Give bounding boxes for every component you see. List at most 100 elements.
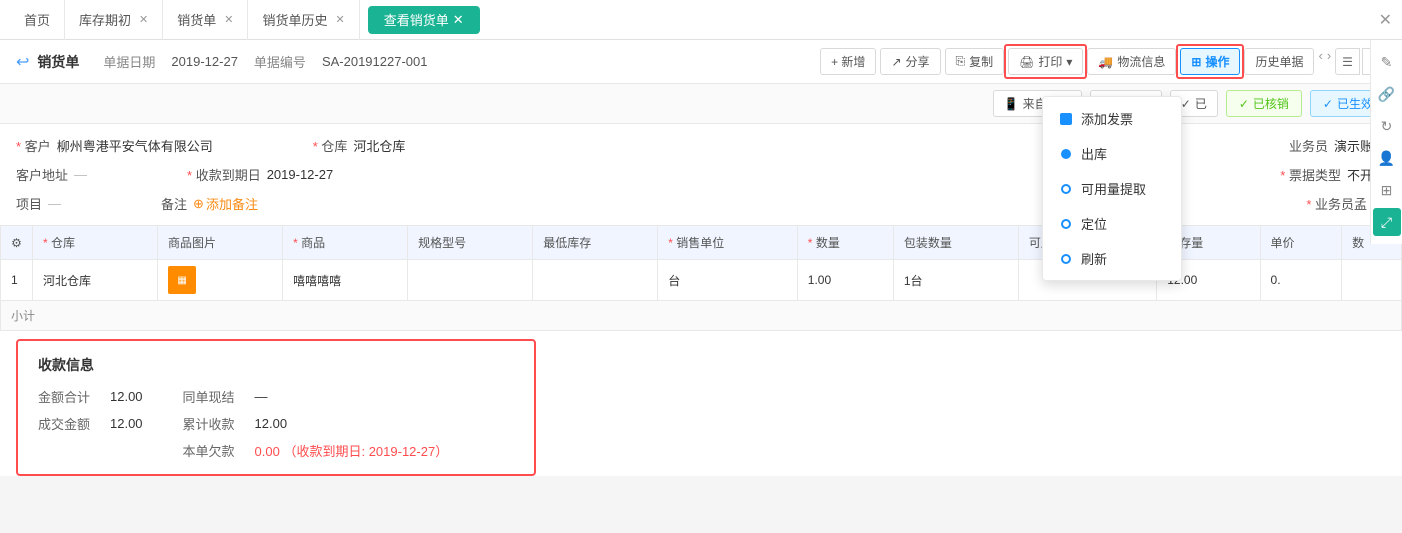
deal-amount-item: 成交金额 12.00	[38, 414, 143, 433]
table-row[interactable]: 1 河北仓库 ▦ 嘻嘻嘻嘻 台 1.00 1台 12.00 0.	[1, 260, 1402, 301]
due-date-note: （收款到期日: 2019-12-27）	[283, 444, 448, 459]
project-label: 项目	[16, 194, 42, 213]
checked-button[interactable]: ✓ 已核销	[1226, 90, 1302, 117]
print-button[interactable]: 🖨 打印 ▾	[1008, 48, 1083, 75]
menu-available-qty[interactable]: 可用量提取	[1043, 171, 1181, 206]
menu-locate[interactable]: 定位	[1043, 206, 1181, 241]
prev-button[interactable]: ‹	[1318, 48, 1322, 75]
payment-date-field: 收款到期日 2019-12-27	[187, 165, 333, 184]
tab-sales-history[interactable]: 销货单历史 ✕	[248, 0, 359, 40]
col-image: 商品图片	[158, 226, 283, 260]
tab-home[interactable]: 首页	[10, 0, 65, 40]
add-remark-button[interactable]: ⊕ 添加备注	[193, 194, 258, 213]
customer-field: 客户 柳州粤港平安气体有限公司	[16, 136, 213, 155]
cumulative-receipt-label: 累计收款	[183, 414, 243, 433]
address-label: 客户地址	[16, 165, 68, 184]
cell-unit: 台	[658, 260, 798, 301]
second-toolbar: 📱 来自手机 ⊙ 未开票 ✓ 已 ✓ 已核销 ✓ 已生效	[0, 84, 1402, 124]
logistics-button[interactable]: 🚚 物流信息	[1087, 48, 1176, 75]
global-close-button[interactable]: ✕	[1379, 10, 1392, 30]
list-view-button[interactable]: ☰	[1335, 48, 1360, 75]
cell-unit-price: 0.	[1260, 260, 1342, 301]
payment-date-label: 收款到期日	[187, 165, 261, 184]
close-inventory-init[interactable]: ✕	[139, 13, 148, 26]
order-arrears-item: 本单欠款 0.00 （收款到期日: 2019-12-27）	[183, 441, 449, 460]
no-label: 单据编号	[254, 52, 306, 71]
summary-rows: 金额合计 12.00 成交金额 12.00 同单现结 — 累计收款 12.00	[38, 387, 514, 460]
sidebar-user-icon[interactable]: 👤	[1373, 144, 1401, 172]
main-content: ↩ 销货单 单据日期 2019-12-27 单据编号 SA-20191227-0…	[0, 40, 1402, 476]
total-amount-value: 12.00	[110, 389, 143, 404]
print-dropdown-icon: ▾	[1066, 55, 1072, 69]
total-amount-item: 金额合计 12.00	[38, 387, 143, 406]
form-toolbar: ↩ 销货单 单据日期 2019-12-27 单据编号 SA-20191227-0…	[0, 40, 1402, 84]
operation-button[interactable]: ⊞ 操作	[1180, 48, 1240, 75]
new-button[interactable]: + 新增	[820, 48, 876, 75]
table-header-row: ⚙ 仓库 商品图片 商品 规格型号 最低库存 销售单位 数量 包装数量 可用量 …	[1, 226, 1402, 260]
menu-refresh[interactable]: 刷新	[1043, 241, 1181, 276]
order-table: ⚙ 仓库 商品图片 商品 规格型号 最低库存 销售单位 数量 包装数量 可用量 …	[0, 225, 1402, 331]
right-sidebar: ✎ 🔗 ↻ 👤 ⊞ ⤢	[1370, 40, 1402, 244]
date-label: 单据日期	[103, 52, 155, 71]
col-pack-qty: 包装数量	[893, 226, 1018, 260]
cell-spec	[408, 260, 533, 301]
next-button[interactable]: ›	[1327, 48, 1331, 75]
subtotal-row: 小计	[1, 301, 1402, 331]
print-icon: 🖨	[1019, 55, 1034, 69]
close-sales-history[interactable]: ✕	[336, 13, 345, 26]
close-view-sales[interactable]: ✕	[453, 12, 464, 28]
tab-view-sales[interactable]: 查看销货单 ✕	[368, 6, 480, 34]
sidebar-link-icon[interactable]: 🔗	[1373, 80, 1401, 108]
operation-dropdown: 添加发票 出库 可用量提取 定位 刷新	[1042, 96, 1182, 281]
effective-icon: ✓	[1323, 97, 1333, 111]
outbound-icon	[1059, 147, 1073, 161]
cell-image: ▦	[158, 260, 283, 301]
share-button[interactable]: ↗ 分享	[880, 48, 940, 75]
cumulative-receipt-value: 12.00	[255, 416, 288, 431]
sidebar-table-icon[interactable]: ⊞	[1373, 176, 1401, 204]
warehouse-label: 仓库	[313, 136, 348, 155]
remark-label: 备注	[161, 194, 187, 213]
cell-pack-qty: 1台	[893, 260, 1018, 301]
staff2-label: 业务员孟	[1306, 194, 1367, 213]
form-fields: 客户 柳州粤港平安气体有限公司 仓库 河北仓库 业务员 演示账号 客户地址 — …	[0, 124, 1402, 225]
same-order-settle-value: —	[255, 389, 268, 404]
col-product: 商品	[283, 226, 408, 260]
summary-section: 收款信息 金额合计 12.00 成交金额 12.00 同单现结 — 累计收款	[16, 339, 536, 476]
menu-outbound[interactable]: 出库	[1043, 136, 1181, 171]
locate-icon	[1059, 217, 1073, 231]
copy-button[interactable]: ⎘ 复制	[945, 48, 1005, 75]
warehouse-value[interactable]: 河北仓库	[353, 136, 405, 155]
address-field: 客户地址 —	[16, 165, 87, 184]
remark-field: 备注 ⊕ 添加备注	[161, 194, 258, 213]
add-invoice-icon	[1059, 112, 1073, 126]
table-wrapper: ⚙ 仓库 商品图片 商品 规格型号 最低库存 销售单位 数量 包装数量 可用量 …	[0, 225, 1402, 331]
invoice-label: 票据类型	[1280, 165, 1341, 184]
form-icon: ↩	[16, 52, 29, 72]
customer-value[interactable]: 柳州粤港平安气体有限公司	[57, 136, 213, 155]
cell-warehouse: 河北仓库	[33, 260, 158, 301]
form-meta: 单据日期 2019-12-27 单据编号 SA-20191227-001	[103, 52, 427, 71]
summary-right-col: 同单现结 — 累计收款 12.00 本单欠款 0.00 （收款到期日: 2019…	[183, 387, 449, 460]
col-settings[interactable]: ⚙	[1, 226, 33, 260]
customer-label: 客户	[16, 136, 51, 155]
payment-date-value[interactable]: 2019-12-27	[267, 167, 334, 182]
history-button[interactable]: 历史单据	[1244, 48, 1314, 75]
tab-sales-order[interactable]: 销货单 ✕	[163, 0, 248, 40]
tab-bar: 首页 库存期初 ✕ 销货单 ✕ 销货单历史 ✕ 查看销货单 ✕ ✕	[0, 0, 1402, 40]
close-sales-order[interactable]: ✕	[224, 13, 233, 26]
sidebar-edit-icon[interactable]: ✎	[1373, 48, 1401, 76]
no-value: SA-20191227-001	[322, 54, 428, 69]
share-icon: ↗	[891, 55, 901, 69]
deal-amount-label: 成交金额	[38, 414, 98, 433]
sidebar-expand-icon[interactable]: ⤢	[1373, 208, 1401, 236]
product-image: ▦	[168, 266, 196, 294]
menu-add-invoice[interactable]: 添加发票	[1043, 101, 1181, 136]
refresh-icon	[1059, 252, 1073, 266]
date-value: 2019-12-27	[171, 54, 238, 69]
tab-inventory-init[interactable]: 库存期初 ✕	[65, 0, 163, 40]
order-arrears-label: 本单欠款	[183, 441, 243, 460]
col-warehouse: 仓库	[33, 226, 158, 260]
sidebar-refresh-icon[interactable]: ↻	[1373, 112, 1401, 140]
truck-icon: 🚚	[1098, 55, 1113, 69]
